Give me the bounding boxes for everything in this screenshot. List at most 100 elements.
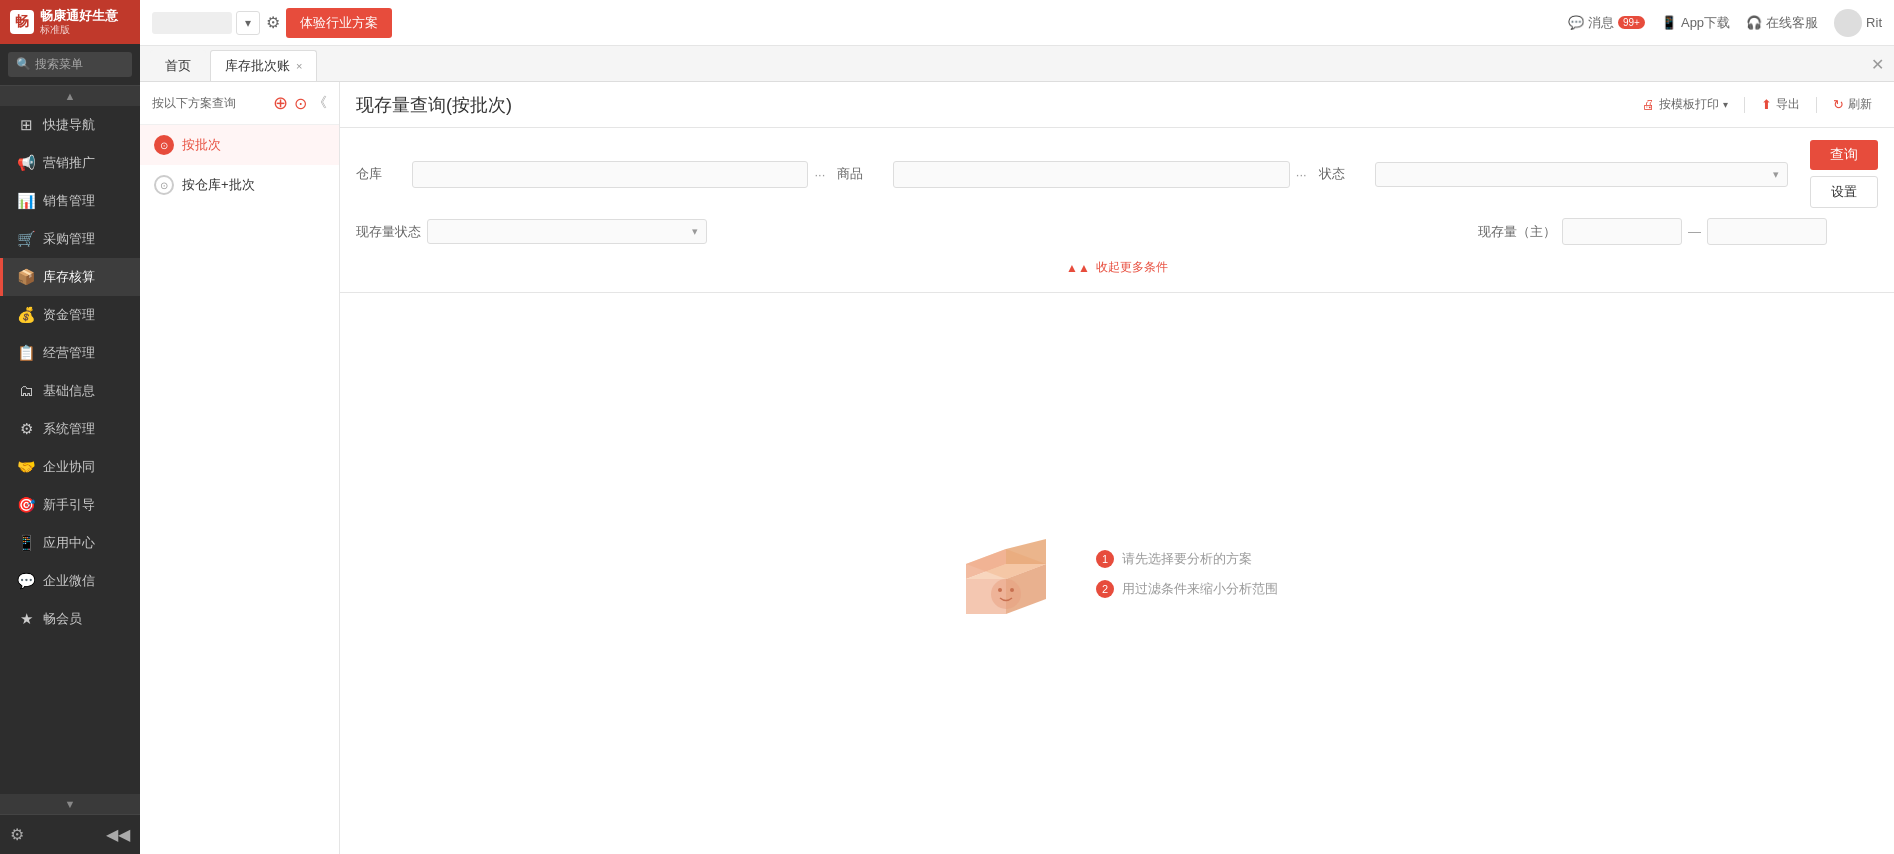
print-icon: 🖨 bbox=[1642, 97, 1655, 112]
product-label: 商品 bbox=[837, 165, 887, 183]
sidebar-item-shortcut[interactable]: ⊞ 快捷导航 bbox=[0, 106, 140, 144]
sidebar-item-member[interactable]: ★ 畅会员 bbox=[0, 600, 140, 638]
inventory-status-select[interactable]: ▾ bbox=[427, 219, 707, 244]
user-name: Rit bbox=[1866, 15, 1882, 30]
newguide-icon: 🎯 bbox=[17, 496, 35, 514]
basic-icon: 🗂 bbox=[17, 382, 35, 399]
empty-visual bbox=[956, 524, 1056, 624]
tab-inventory[interactable]: 库存批次账 × bbox=[210, 50, 317, 81]
inventory-status-dropdown-icon: ▾ bbox=[692, 225, 698, 238]
status-select[interactable]: ▾ bbox=[1375, 162, 1788, 187]
edition-label: 标准版 bbox=[40, 24, 118, 36]
sidebar-label-purchase: 采购管理 bbox=[43, 230, 95, 248]
member-icon: ★ bbox=[17, 610, 35, 628]
plan-item-by-warehouse-batch[interactable]: ⊙ 按仓库+批次 bbox=[140, 165, 339, 205]
product-input[interactable] bbox=[893, 161, 1289, 188]
plan-inactive-icon: ⊙ bbox=[154, 175, 174, 195]
sidebar-item-wechat[interactable]: 💬 企业微信 bbox=[0, 562, 140, 600]
chevron-up-icon: ▲▲ bbox=[1066, 261, 1090, 275]
filter-inventory-status: 现存量状态 ▾ bbox=[356, 219, 1466, 244]
empty-tip-1: 1 请先选择要分析的方案 bbox=[1096, 550, 1278, 568]
collapse-panel-btn[interactable]: 《 bbox=[313, 94, 327, 112]
topbar-search-input[interactable] bbox=[152, 12, 232, 34]
app-download-label: App下载 bbox=[1681, 14, 1730, 32]
status-label: 状态 bbox=[1319, 165, 1369, 183]
company-name: 畅康通好生意 bbox=[40, 8, 118, 24]
sidebar-item-newguide[interactable]: 🎯 新手引导 bbox=[0, 486, 140, 524]
empty-state: 1 请先选择要分析的方案 2 用过滤条件来缩小分析范围 bbox=[340, 293, 1894, 854]
sidebar-label-operation: 经营管理 bbox=[43, 344, 95, 362]
plan-item-by-batch[interactable]: ⊙ 按批次 bbox=[140, 125, 339, 165]
sidebar-item-inventory[interactable]: 📦 库存核算 bbox=[0, 258, 140, 296]
export-icon: ⬆ bbox=[1761, 97, 1772, 112]
sidebar: 畅 畅康通好生意 标准版 🔍 搜索菜单 ▲ ⊞ 快捷导航 📢 营销推广 📊 销售… bbox=[0, 0, 140, 854]
online-service-btn[interactable]: 🎧 在线客服 bbox=[1746, 14, 1818, 32]
header-divider-1 bbox=[1744, 97, 1745, 113]
user-avatar-btn[interactable]: Rit bbox=[1834, 9, 1882, 37]
topbar-search-group: ▾ bbox=[152, 11, 260, 35]
sidebar-item-sales[interactable]: 📊 销售管理 bbox=[0, 182, 140, 220]
refresh-label: 刷新 bbox=[1848, 96, 1872, 113]
messages-btn[interactable]: 💬 消息 99+ bbox=[1568, 14, 1645, 32]
messages-badge: 99+ bbox=[1618, 16, 1645, 29]
tab-close-all-btn[interactable]: ✕ bbox=[1871, 54, 1884, 73]
sidebar-item-enterprise[interactable]: 🤝 企业协同 bbox=[0, 448, 140, 486]
sidebar-scroll-up[interactable]: ▲ bbox=[0, 86, 140, 106]
warehouse-dots[interactable]: ··· bbox=[814, 167, 825, 182]
sidebar-search-area[interactable]: 🔍 搜索菜单 bbox=[0, 44, 140, 86]
tab-home[interactable]: 首页 bbox=[150, 50, 206, 81]
content-area: 按以下方案查询 ⊕ ⊙ 《 ⊙ 按批次 ⊙ 按仓库+批次 现存量查询(按批次) bbox=[140, 82, 1894, 854]
sidebar-item-finance[interactable]: 💰 资金管理 bbox=[0, 296, 140, 334]
left-panel: 按以下方案查询 ⊕ ⊙ 《 ⊙ 按批次 ⊙ 按仓库+批次 bbox=[140, 82, 340, 854]
topbar: ▾ ⚙ 体验行业方案 💬 消息 99+ 📱 App下载 🎧 在线客服 Rit bbox=[140, 0, 1894, 46]
sidebar-label-marketing: 营销推广 bbox=[43, 154, 95, 172]
sidebar-scroll-down[interactable]: ▼ bbox=[0, 794, 140, 814]
add-plan-btn[interactable]: ⊕ bbox=[273, 92, 288, 114]
topbar-dropdown-btn[interactable]: ▾ bbox=[236, 11, 260, 35]
collapse-bar[interactable]: ▲▲ 收起更多条件 bbox=[356, 255, 1878, 280]
page-header-actions: 🖨 按模板打印 ▾ ⬆ 导出 ↻ 刷新 bbox=[1636, 92, 1878, 117]
sidebar-item-purchase[interactable]: 🛒 采购管理 bbox=[0, 220, 140, 258]
experience-btn[interactable]: 体验行业方案 bbox=[286, 8, 392, 38]
header-divider-2 bbox=[1816, 97, 1817, 113]
filter-inventory-qty: 现存量（主） — bbox=[1478, 218, 1878, 245]
tab-home-label: 首页 bbox=[165, 57, 191, 75]
inventory-qty-max[interactable] bbox=[1707, 218, 1827, 245]
tab-inventory-label: 库存批次账 bbox=[225, 57, 290, 75]
left-panel-actions: ⊕ ⊙ 《 bbox=[273, 92, 327, 114]
svg-point-7 bbox=[998, 588, 1002, 592]
manage-plan-btn[interactable]: ⊙ bbox=[294, 94, 307, 113]
print-btn[interactable]: 🖨 按模板打印 ▾ bbox=[1636, 92, 1734, 117]
app-info: 畅康通好生意 标准版 bbox=[40, 8, 118, 36]
messages-label: 消息 bbox=[1588, 14, 1614, 32]
filter-area: 仓库 ··· 商品 ··· 状态 ▾ bbox=[340, 128, 1894, 293]
sidebar-item-marketing[interactable]: 📢 营销推广 bbox=[0, 144, 140, 182]
sidebar-item-basic[interactable]: 🗂 基础信息 bbox=[0, 372, 140, 410]
online-service-label: 在线客服 bbox=[1766, 14, 1818, 32]
sidebar-item-operation[interactable]: 📋 经营管理 bbox=[0, 334, 140, 372]
sidebar-item-system[interactable]: ⚙ 系统管理 bbox=[0, 410, 140, 448]
warehouse-input[interactable] bbox=[412, 161, 808, 188]
right-main: 现存量查询(按批次) 🖨 按模板打印 ▾ ⬆ 导出 ↻ 刷 bbox=[340, 82, 1894, 854]
export-btn[interactable]: ⬆ 导出 bbox=[1755, 92, 1806, 117]
settings-footer-icon[interactable]: ⚙ bbox=[10, 825, 24, 844]
purchase-icon: 🛒 bbox=[17, 230, 35, 248]
qty-separator: — bbox=[1688, 224, 1701, 239]
enterprise-icon: 🤝 bbox=[17, 458, 35, 476]
svg-point-6 bbox=[991, 579, 1021, 609]
app-download-btn[interactable]: 📱 App下载 bbox=[1661, 14, 1730, 32]
refresh-btn[interactable]: ↻ 刷新 bbox=[1827, 92, 1878, 117]
tab-close-icon[interactable]: × bbox=[296, 60, 302, 72]
sidebar-footer: ⚙ ◀◀ bbox=[0, 814, 140, 854]
sidebar-label-inventory: 库存核算 bbox=[43, 268, 95, 286]
product-dots[interactable]: ··· bbox=[1296, 167, 1307, 182]
topbar-gear-icon[interactable]: ⚙ bbox=[266, 13, 280, 32]
query-btn[interactable]: 查询 bbox=[1810, 140, 1878, 170]
collapse-sidebar-btn[interactable]: ◀◀ bbox=[106, 825, 130, 844]
print-dropdown-icon[interactable]: ▾ bbox=[1723, 99, 1728, 110]
search-menu-btn[interactable]: 🔍 搜索菜单 bbox=[8, 52, 132, 77]
inventory-qty-min[interactable] bbox=[1562, 218, 1682, 245]
settings-btn[interactable]: 设置 bbox=[1810, 176, 1878, 208]
sidebar-item-appcenter[interactable]: 📱 应用中心 bbox=[0, 524, 140, 562]
plan-label-by-warehouse-batch: 按仓库+批次 bbox=[182, 176, 255, 194]
